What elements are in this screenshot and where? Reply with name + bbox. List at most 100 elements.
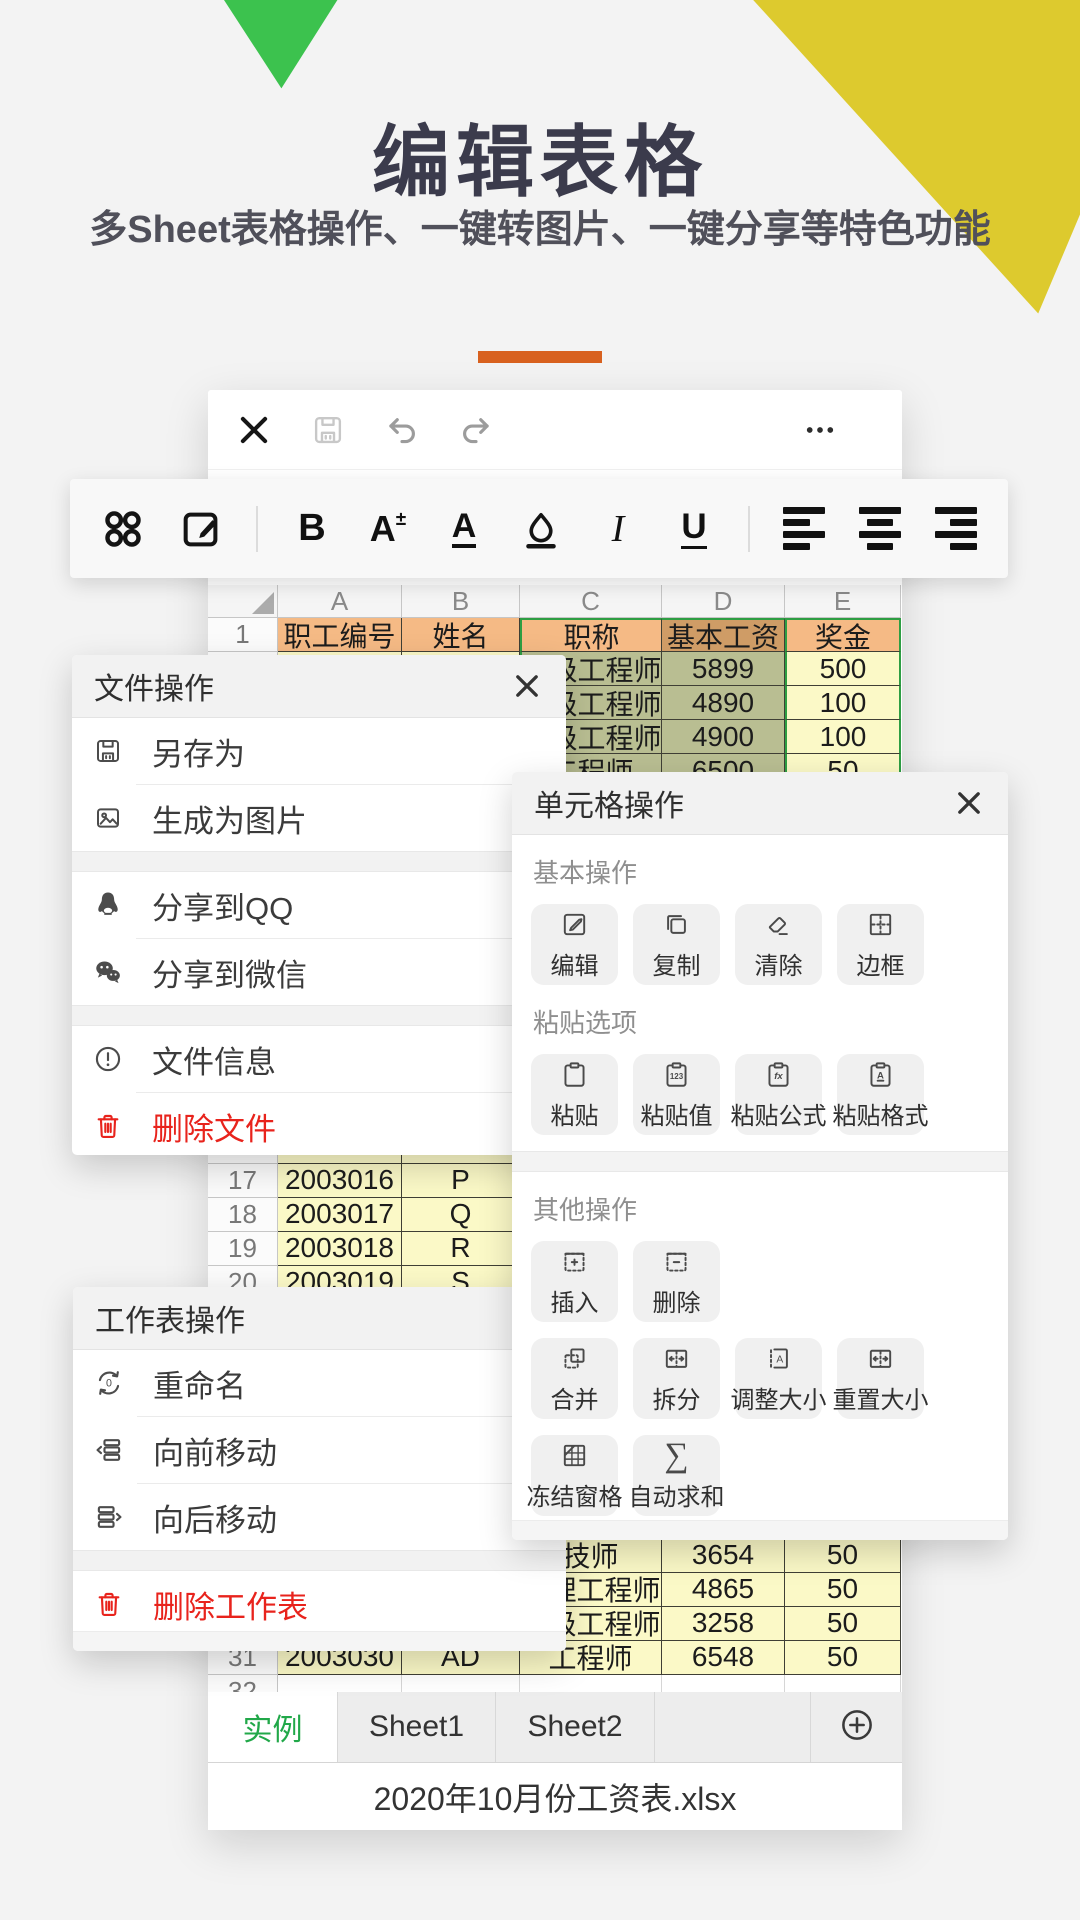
sheet-cell[interactable]: 100 <box>785 686 901 720</box>
column-header[interactable]: B <box>402 585 520 618</box>
sheet-cell[interactable]: 50 <box>785 1641 901 1675</box>
sheet-cell[interactable]: 3654 <box>662 1539 785 1573</box>
align-center-icon[interactable] <box>858 499 902 559</box>
underline-icon[interactable]: U <box>672 499 716 559</box>
op-button-copy[interactable]: 复制 <box>633 904 720 985</box>
column-header[interactable]: C <box>520 585 662 618</box>
column-header-row: ABCDE <box>208 585 902 618</box>
sheet-cell[interactable]: 100 <box>785 720 901 754</box>
row-header[interactable]: 17 <box>208 1164 278 1198</box>
sheet-cell[interactable]: 3258 <box>662 1607 785 1641</box>
menu-item-wechat[interactable]: 分享到微信 <box>72 939 566 1005</box>
sheet-cell[interactable]: P <box>402 1164 520 1198</box>
more-icon[interactable] <box>800 410 840 450</box>
menu-item-label: 向后移动 <box>153 1495 277 1540</box>
plus-circle-icon <box>838 1706 876 1749</box>
sheet-cell[interactable] <box>662 1675 785 1692</box>
menu-item-image[interactable]: 生成为图片 <box>72 785 566 851</box>
menu-item-qq[interactable]: 分享到QQ <box>72 872 566 938</box>
op-button-merge[interactable]: 合并 <box>531 1338 618 1419</box>
sheet-cell[interactable]: 姓名 <box>402 618 520 652</box>
fill-color-icon[interactable] <box>518 499 564 559</box>
menu-item-move-backward[interactable]: 向后移动 <box>73 1484 566 1550</box>
sheet-cell[interactable]: Q <box>402 1198 520 1232</box>
sheet-cell[interactable] <box>520 1675 662 1692</box>
op-button-split[interactable]: 拆分 <box>633 1338 720 1419</box>
op-button-erase[interactable]: 清除 <box>735 904 822 985</box>
close-icon[interactable] <box>510 669 544 703</box>
menu-item-info[interactable]: 文件信息 <box>72 1026 566 1092</box>
column-header[interactable]: A <box>278 585 402 618</box>
sheet-cell[interactable]: R <box>402 1232 520 1266</box>
sheet-tab-实例[interactable]: 实例 <box>208 1692 338 1762</box>
sheet-cell[interactable]: 4900 <box>662 720 785 754</box>
file-operations-panel: 文件操作 另存为生成为图片分享到QQ分享到微信文件信息删除文件 <box>72 655 566 1155</box>
button-row: 合并拆分A调整大小重置大小 <box>531 1338 989 1419</box>
row-header[interactable]: 32 <box>208 1675 278 1692</box>
select-all-corner[interactable] <box>208 585 278 618</box>
menu-item-save-as[interactable]: 另存为 <box>72 718 566 784</box>
menu-item-rename[interactable]: 0重命名 <box>73 1350 566 1416</box>
sheet-cell[interactable]: 50 <box>785 1607 901 1641</box>
undo-icon[interactable] <box>382 410 422 450</box>
sheet-cell[interactable]: 2003016 <box>278 1164 402 1198</box>
align-right-icon[interactable] <box>934 499 978 559</box>
redo-icon[interactable] <box>456 410 496 450</box>
sheet-cell[interactable] <box>785 1675 901 1692</box>
sheet-cell[interactable] <box>278 1675 402 1692</box>
sheet-cell[interactable]: 基本工资 <box>662 618 785 652</box>
sheet-tab-Sheet1[interactable]: Sheet1 <box>338 1692 496 1762</box>
sheet-cell[interactable]: 4865 <box>662 1573 785 1607</box>
sheet-cell[interactable]: 4890 <box>662 686 785 720</box>
sheet-cell[interactable]: 奖金 <box>785 618 901 652</box>
italic-icon[interactable]: I <box>596 499 640 559</box>
op-button-autosum[interactable]: ∑自动求和 <box>633 1435 720 1516</box>
op-button-paste[interactable]: 粘贴 <box>531 1054 618 1135</box>
op-button-delete-cell[interactable]: 删除 <box>633 1241 720 1322</box>
sheet-cell[interactable]: 50 <box>785 1573 901 1607</box>
font-size-icon[interactable]: A± <box>366 499 410 559</box>
sheet-cell[interactable]: 6548 <box>662 1641 785 1675</box>
button-row: 粘贴123粘贴值fx粘贴公式A粘贴格式 <box>531 1054 989 1135</box>
row-header[interactable]: 19 <box>208 1232 278 1266</box>
menu-item-move-forward[interactable]: 向前移动 <box>73 1417 566 1483</box>
bold-icon[interactable]: B <box>290 499 334 559</box>
menu-item-trash[interactable]: 删除文件 <box>72 1093 566 1155</box>
op-button-resize[interactable]: A调整大小 <box>735 1338 822 1419</box>
sheet-cell[interactable]: 职工编号 <box>278 618 402 652</box>
op-button-edit-cell[interactable]: 编辑 <box>531 904 618 985</box>
sheet-cell[interactable]: 50 <box>785 1539 901 1573</box>
sheet-cell[interactable] <box>402 1675 520 1692</box>
op-button-paste-format[interactable]: A粘贴格式 <box>837 1054 924 1135</box>
column-header[interactable]: D <box>662 585 785 618</box>
sheet-cell[interactable]: 5899 <box>662 652 785 686</box>
op-button-label: 粘贴值 <box>641 1096 713 1131</box>
add-sheet-button[interactable] <box>811 1692 902 1762</box>
op-button-border[interactable]: 边框 <box>837 904 924 985</box>
sheet-cell[interactable]: 2003017 <box>278 1198 402 1232</box>
sheet-cell[interactable]: 2003018 <box>278 1232 402 1266</box>
op-button-freeze[interactable]: 冻结窗格 <box>531 1435 618 1516</box>
file-panel-header: 文件操作 <box>72 655 566 718</box>
edit-icon[interactable] <box>178 499 224 559</box>
sheet-row: 1职工编号姓名职称基本工资奖金 <box>208 618 902 652</box>
column-header[interactable]: E <box>785 585 901 618</box>
op-button-paste-formula[interactable]: fx粘贴公式 <box>735 1054 822 1135</box>
qq-icon <box>92 889 124 921</box>
sheet-cell[interactable]: 职称 <box>520 618 662 652</box>
op-button-insert[interactable]: 插入 <box>531 1241 618 1322</box>
font-color-icon[interactable]: A <box>442 499 486 559</box>
sheet-tab-Sheet2[interactable]: Sheet2 <box>496 1692 655 1762</box>
op-button-paste-value[interactable]: 123粘贴值 <box>633 1054 720 1135</box>
grid-icon[interactable] <box>100 499 146 559</box>
row-header[interactable]: 1 <box>208 618 278 652</box>
sheet-cell[interactable]: 500 <box>785 652 901 686</box>
menu-item-trash[interactable]: 删除工作表 <box>73 1571 566 1637</box>
op-button-reset-size[interactable]: 重置大小 <box>837 1338 924 1419</box>
close-icon[interactable] <box>952 786 986 820</box>
row-header[interactable]: 18 <box>208 1198 278 1232</box>
save-icon[interactable] <box>308 410 348 450</box>
autosum-icon: ∑ <box>664 1440 688 1472</box>
align-left-icon[interactable] <box>782 499 826 559</box>
close-icon[interactable] <box>234 410 274 450</box>
